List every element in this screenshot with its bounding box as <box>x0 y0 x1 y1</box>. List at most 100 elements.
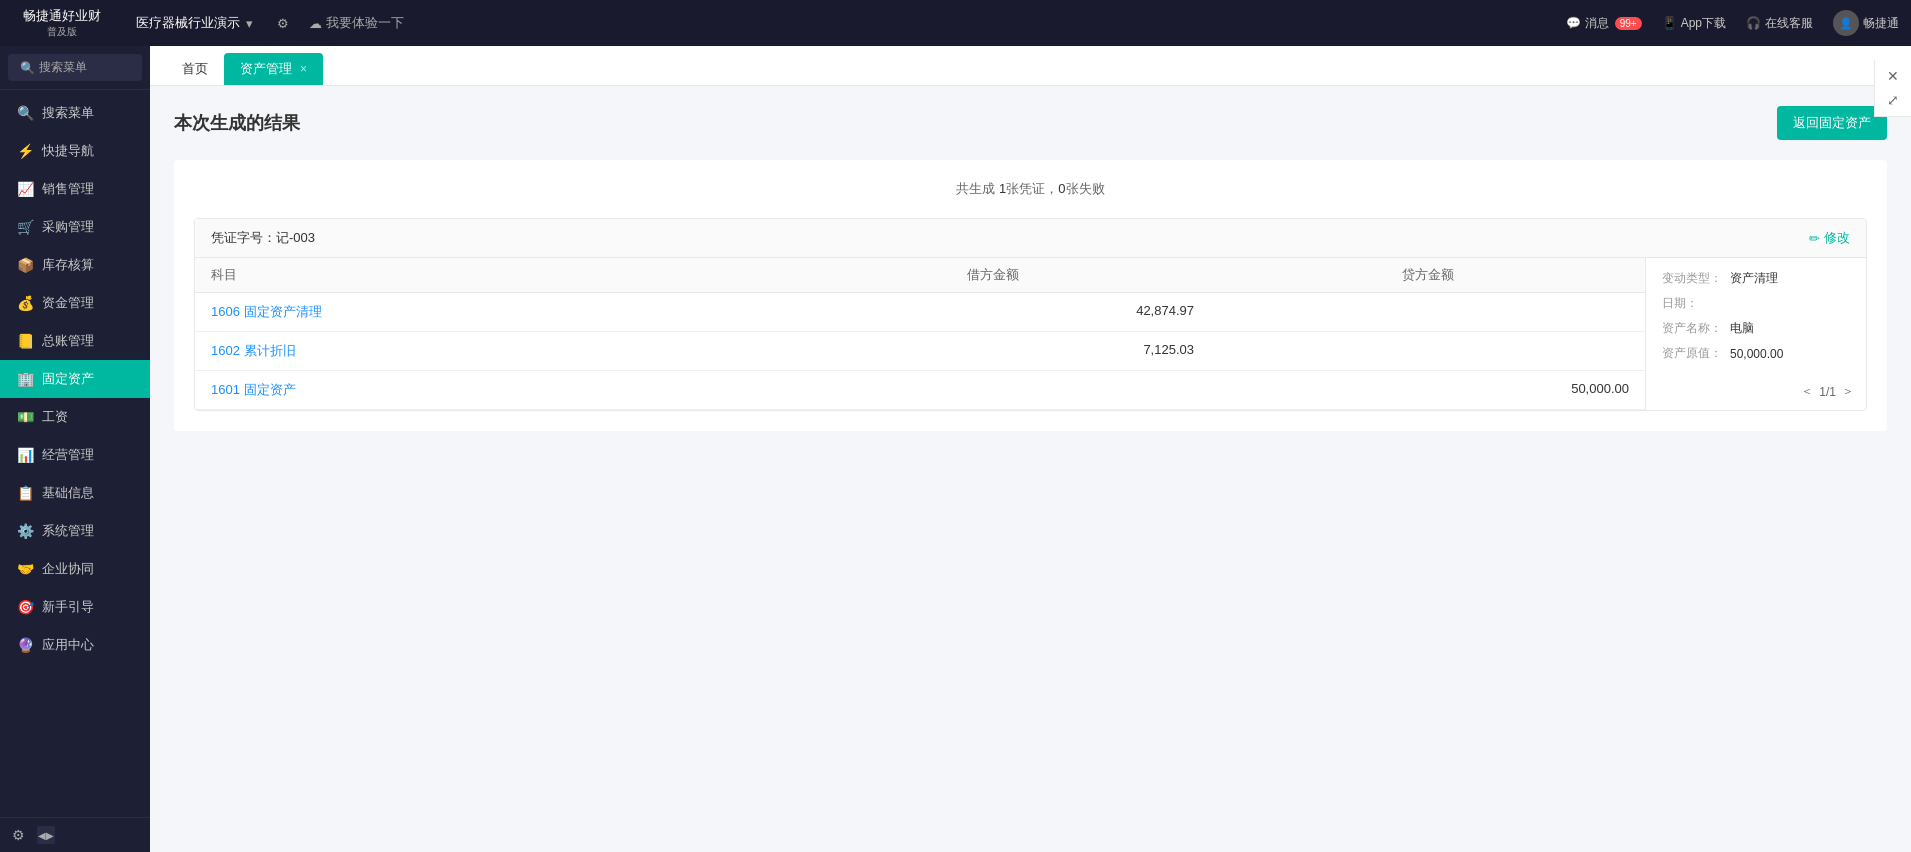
table-row: 1602 累计折旧 7,125.03 <box>195 332 1645 371</box>
nav-label-fixed-assets: 固定资产 <box>42 370 94 388</box>
nav-icon-app-center: 🔮 <box>16 636 34 654</box>
close-panel-btn[interactable]: ✕ <box>1883 66 1903 86</box>
sidebar-item-app-center[interactable]: 🔮 应用中心 <box>0 626 150 664</box>
app-download-label: App下载 <box>1681 15 1726 32</box>
main-layout: 🔍 搜索菜单 🔍搜索菜单⚡快捷导航📈销售管理🛒采购管理📦库存核算💰资金管理📒总账… <box>0 46 1911 852</box>
col-credit: 贷方金额 <box>1210 258 1645 292</box>
experience-btn[interactable]: ☁ 我要体验一下 <box>309 14 404 32</box>
logo-title: 畅捷通好业财 <box>23 7 101 25</box>
table-row: ✓ 成功 1606 固定资产清理 42,874.97 <box>195 293 1645 332</box>
next-page-btn[interactable]: ＞ <box>1842 383 1854 400</box>
date-row: 日期： <box>1662 295 1850 312</box>
debit-cell: 42,874.97 <box>775 293 1210 331</box>
nav-icon-inventory: 📦 <box>16 256 34 274</box>
tab-label-home: 首页 <box>182 60 208 78</box>
voucher-table-header: 科目 借方金额 贷方金额 <box>195 258 1645 293</box>
asset-name-label: 资产名称： <box>1662 320 1722 337</box>
search-icon: 🔍 <box>20 61 35 75</box>
return-fixed-assets-button[interactable]: 返回固定资产 <box>1777 106 1887 140</box>
page-content: 本次生成的结果 返回固定资产 共生成 1张凭证，0张失败 凭证字号：记-003 … <box>150 86 1911 852</box>
nav-label-basic-info: 基础信息 <box>42 484 94 502</box>
account-cell: 1606 固定资产清理 <box>195 293 775 331</box>
summary-text2: 张凭证， <box>1006 181 1058 196</box>
nav-label-app-center: 应用中心 <box>42 636 94 654</box>
sidebar-item-fixed-assets[interactable]: 🏢 固定资产 <box>0 360 150 398</box>
change-type-value: 资产清理 <box>1730 270 1778 287</box>
tab-home[interactable]: 首页 <box>166 53 224 85</box>
avatar: 👤 <box>1833 10 1859 36</box>
date-label: 日期： <box>1662 295 1698 312</box>
sidebar-item-system[interactable]: ⚙️系统管理 <box>0 512 150 550</box>
sidebar-item-operations[interactable]: 📊经营管理 <box>0 436 150 474</box>
sidebar-item-basic-info[interactable]: 📋基础信息 <box>0 474 150 512</box>
nav-icon-sales: 📈 <box>16 180 34 198</box>
sidebar-collapse-btn[interactable]: ◀▶ <box>37 826 55 844</box>
settings-bottom-icon[interactable]: ⚙ <box>12 827 25 843</box>
sidebar-item-sales[interactable]: 📈销售管理 <box>0 170 150 208</box>
tab-asset-mgmt[interactable]: 资产管理 × <box>224 53 323 85</box>
user-area[interactable]: 👤 畅捷通 <box>1833 10 1899 36</box>
sidebar-item-purchase[interactable]: 🛒 采购管理 <box>0 208 150 246</box>
tab-label-asset-mgmt: 资产管理 <box>240 60 292 78</box>
tab-close-asset-mgmt[interactable]: × <box>300 62 307 76</box>
sidebar-item-payroll[interactable]: 💵 工资 <box>0 398 150 436</box>
sidebar-item-enterprise[interactable]: 🤝 企业协同 <box>0 550 150 588</box>
fail-count: 0 <box>1058 181 1065 196</box>
workspace-selector[interactable]: 医疗器械行业演示 ▾ <box>128 14 261 32</box>
workspace-arrow-icon: ▾ <box>246 16 253 31</box>
edit-voucher-button[interactable]: ✏ 修改 <box>1809 229 1850 247</box>
sidebar-item-finance[interactable]: 💰资金管理 <box>0 284 150 322</box>
sidebar-item-quick-nav[interactable]: ⚡ 快捷导航 <box>0 132 150 170</box>
nav-label-search: 搜索菜单 <box>42 104 94 122</box>
voucher-right-panel: 变动类型： 资产清理 日期： 资产名称： 电脑 <box>1646 258 1866 410</box>
online-support-btn[interactable]: 🎧 在线客服 <box>1746 15 1813 32</box>
nav-icon-quick-nav: ⚡ <box>16 142 34 160</box>
credit-cell <box>1210 293 1645 331</box>
change-type-row: 变动类型： 资产清理 <box>1662 270 1850 287</box>
experience-label: 我要体验一下 <box>326 14 404 32</box>
voucher-number: 凭证字号：记-003 <box>211 229 315 247</box>
logo-subtitle: 普及版 <box>47 25 77 39</box>
nav-icon-fixed-assets: 🏢 <box>16 370 34 388</box>
nav-icon-enterprise: 🤝 <box>16 560 34 578</box>
nav-icon-payroll: 💵 <box>16 408 34 426</box>
nav-icon-purchase: 🛒 <box>16 218 34 236</box>
sidebar-item-ledger[interactable]: 📒总账管理 <box>0 322 150 360</box>
nav-label-payroll: 工资 <box>42 408 68 426</box>
credit-cell: 50,000.00 <box>1210 371 1645 409</box>
message-btn[interactable]: 💬 消息 99 <box>1566 15 1642 32</box>
nav-label-purchase: 采购管理 <box>42 218 94 236</box>
top-header: 畅捷通好业财 普及版 医疗器械行业演示 ▾ ⚙ ☁ 我要体验一下 💬 消息 99… <box>0 0 1911 46</box>
settings-icon[interactable]: ⚙ <box>269 9 297 37</box>
summary-text: 共生成 <box>956 181 999 196</box>
sidebar-bottom: ⚙ ◀▶ <box>0 817 150 852</box>
logo-area: 畅捷通好业财 普及版 <box>12 7 112 39</box>
voucher-table: 科目 借方金额 贷方金额 ✓ 成功 1606 固定资产清理 <box>195 258 1646 410</box>
sidebar: 🔍 搜索菜单 🔍搜索菜单⚡快捷导航📈销售管理🛒采购管理📦库存核算💰资金管理📒总账… <box>0 46 150 852</box>
download-icon: 📱 <box>1662 16 1677 30</box>
cloud-icon: ☁ <box>309 16 322 31</box>
maximize-panel-btn[interactable]: ⤢ <box>1883 90 1903 110</box>
header-right: 💬 消息 99 📱 App下载 🎧 在线客服 👤 畅捷通 <box>1566 10 1899 36</box>
result-summary: 共生成 1张凭证，0张失败 <box>194 180 1867 198</box>
nav-icon-operations: 📊 <box>16 446 34 464</box>
sidebar-search-btn[interactable]: 🔍 搜索菜单 <box>8 54 142 81</box>
debit-cell <box>775 371 1210 409</box>
app-download-btn[interactable]: 📱 App下载 <box>1662 15 1726 32</box>
original-value-label: 资产原值： <box>1662 345 1722 362</box>
debit-cell: 7,125.03 <box>775 332 1210 370</box>
tab-bar: 首页 资产管理 × <box>150 46 1911 86</box>
col-subject: 科目 <box>195 258 775 292</box>
original-value-value: 50,000.00 <box>1730 347 1783 361</box>
prev-page-btn[interactable]: ＜ <box>1801 383 1813 400</box>
nav-label-quick-nav: 快捷导航 <box>42 142 94 160</box>
table-row: 1601 固定资产 50,000.00 <box>195 371 1645 410</box>
message-icon: 💬 <box>1566 16 1581 30</box>
sidebar-search-area[interactable]: 🔍 搜索菜单 <box>0 46 150 90</box>
nav-label-enterprise: 企业协同 <box>42 560 94 578</box>
sidebar-item-inventory[interactable]: 📦库存核算 <box>0 246 150 284</box>
sidebar-item-search[interactable]: 🔍搜索菜单 <box>0 94 150 132</box>
sidebar-item-guide[interactable]: 🎯新手引导 <box>0 588 150 626</box>
col-debit: 借方金额 <box>775 258 1210 292</box>
nav-label-ledger: 总账管理 <box>42 332 94 350</box>
